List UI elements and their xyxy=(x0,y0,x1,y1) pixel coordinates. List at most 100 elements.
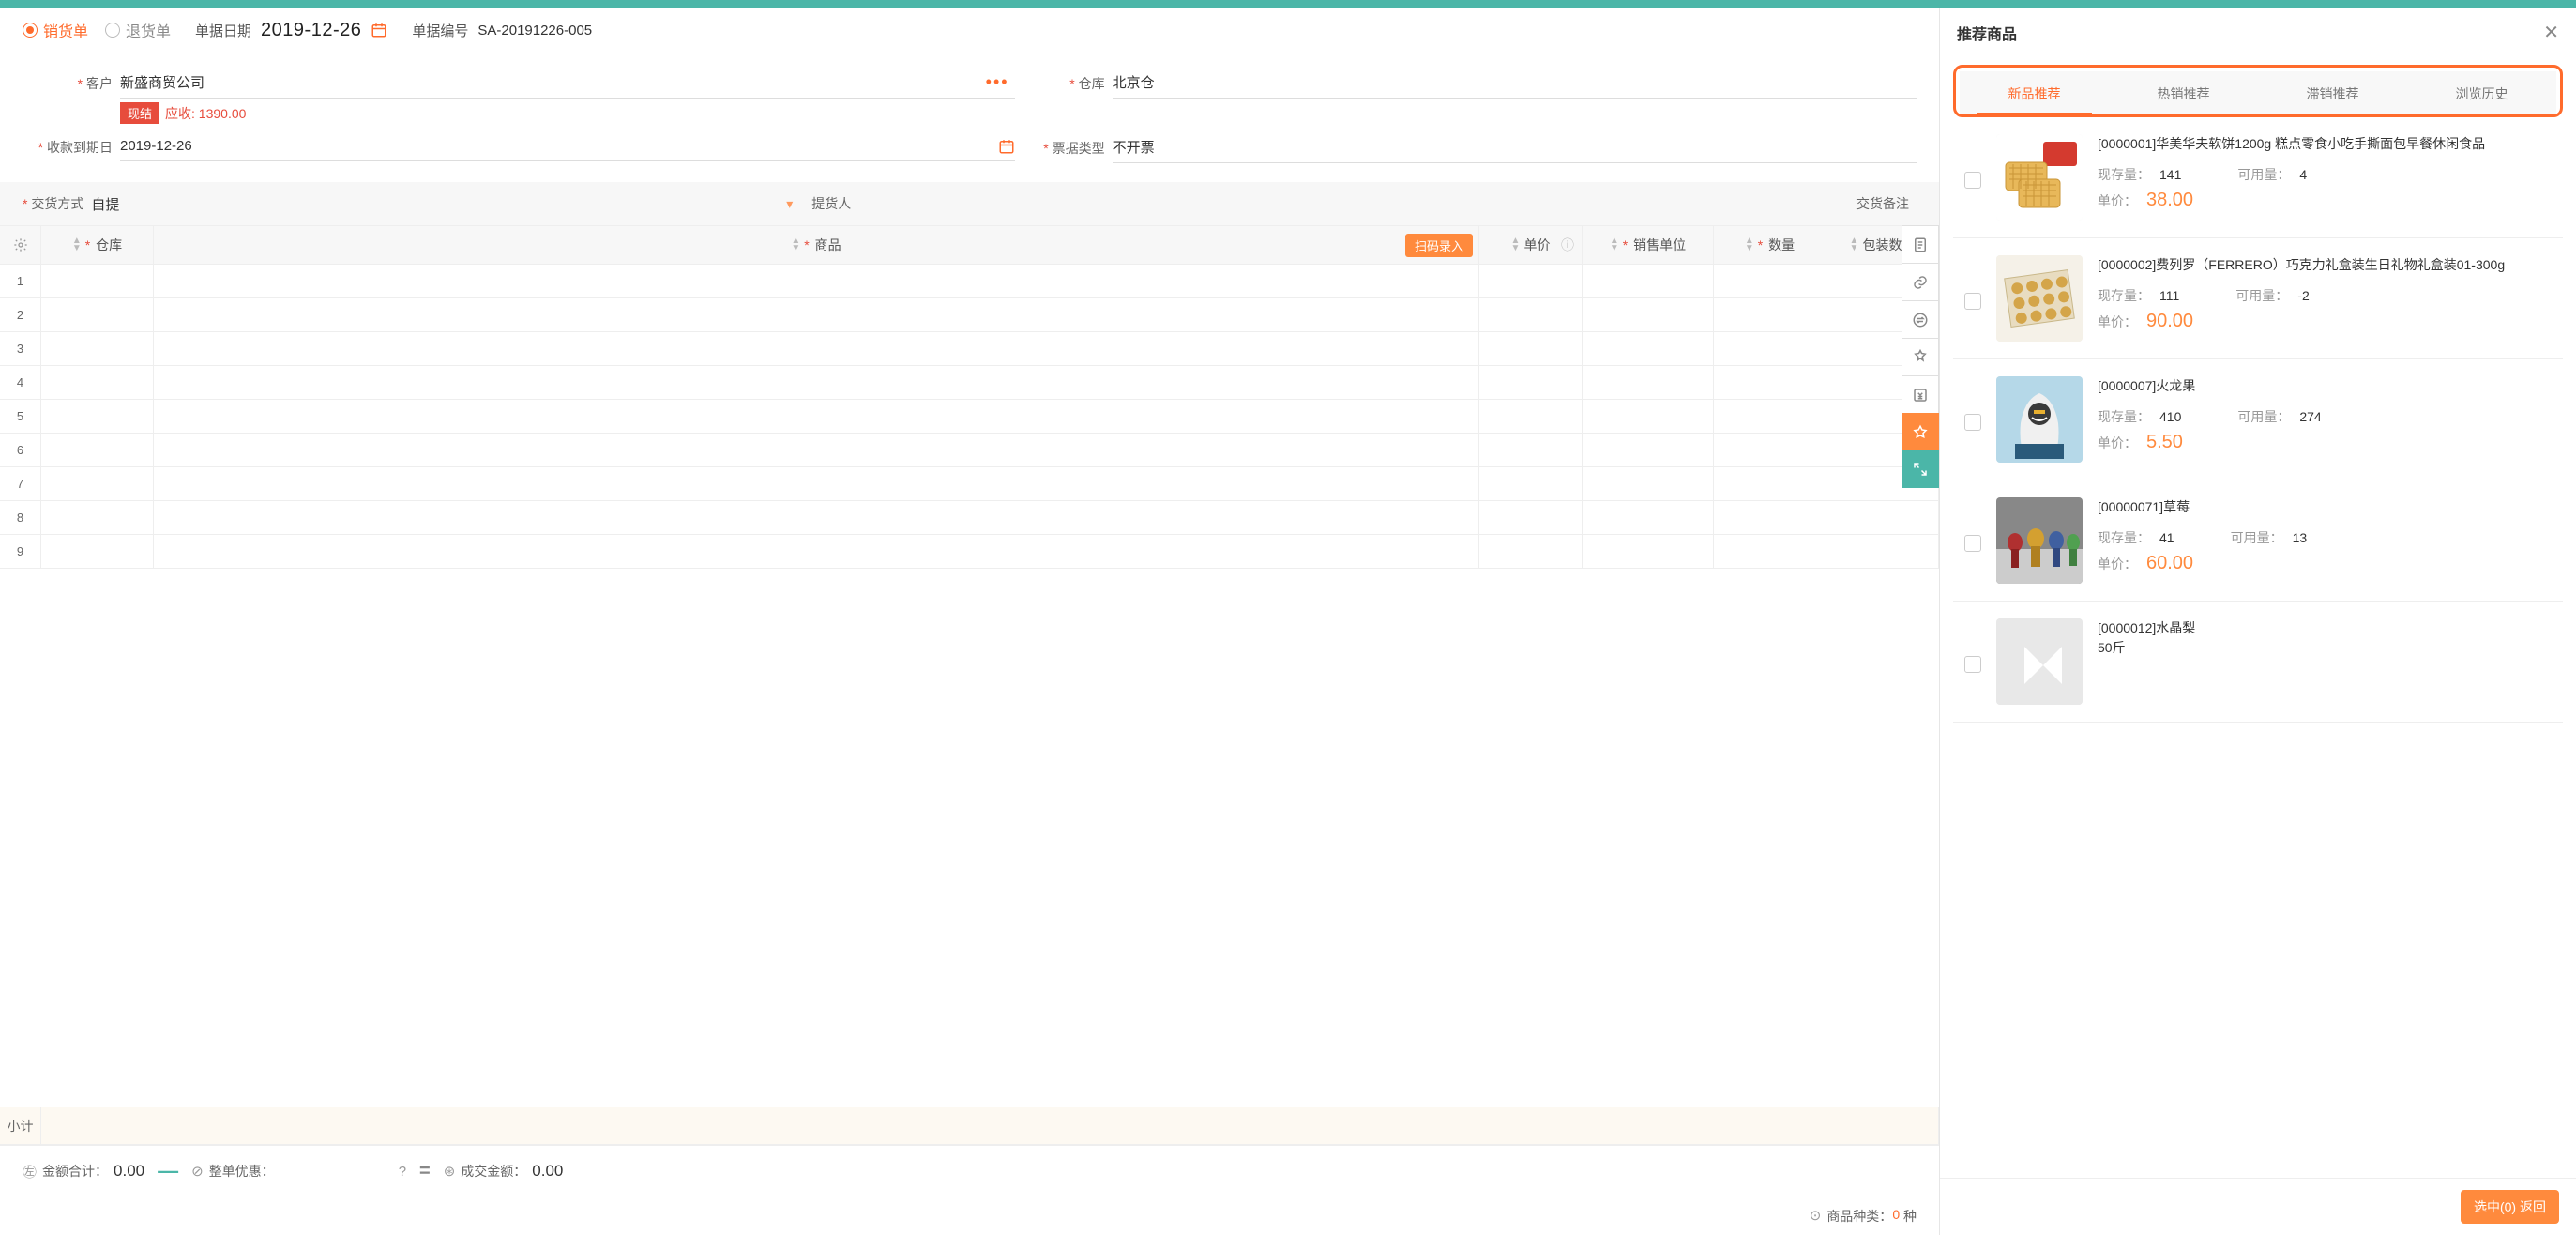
rail-badge-icon[interactable] xyxy=(1902,338,1939,375)
product-name: [0000012]水晶梨50斤 xyxy=(2098,618,2559,658)
price-value: 60.00 xyxy=(2146,553,2193,574)
stock-label: 现存量： xyxy=(2098,407,2150,426)
discount-input[interactable] xyxy=(280,1160,393,1182)
recommend-tab[interactable]: 浏览历史 xyxy=(2407,71,2556,114)
kinds-value: 0 xyxy=(1892,1207,1900,1226)
kinds-unit: 种 xyxy=(1903,1207,1917,1226)
kinds-icon: ⊙ xyxy=(1810,1207,1822,1226)
price-value: 90.00 xyxy=(2146,311,2193,332)
item-checkbox[interactable] xyxy=(1964,535,1981,552)
table-row[interactable]: 4 xyxy=(0,366,1939,400)
product-name: [0000007]火龙果 xyxy=(2098,376,2559,396)
deliver-method-select[interactable]: 自提 ▾ xyxy=(91,191,811,216)
more-icon[interactable]: ••• xyxy=(980,72,1015,92)
calendar-icon[interactable] xyxy=(998,138,1015,155)
row-index: 8 xyxy=(0,501,41,534)
close-icon[interactable]: ✕ xyxy=(2543,21,2559,44)
rail-link-icon[interactable] xyxy=(1902,263,1939,300)
item-checkbox[interactable] xyxy=(1964,172,1981,189)
table-row[interactable]: 1 xyxy=(0,265,1939,298)
tab-label: 退货单 xyxy=(126,19,171,41)
radio-icon xyxy=(105,23,120,38)
deal-icon: ⊛ xyxy=(444,1163,456,1180)
recommend-item: [00000071]草莓现存量：41可用量：13单价：60.00 xyxy=(1953,480,2563,602)
chevron-down-icon: ▾ xyxy=(786,196,793,212)
item-checkbox[interactable] xyxy=(1964,656,1981,673)
invoice-input[interactable]: 不开票 xyxy=(1113,133,1917,163)
stock-label: 现存量： xyxy=(2098,286,2150,305)
help-icon[interactable]: ⓘ xyxy=(1561,236,1574,254)
row-index: 3 xyxy=(0,332,41,365)
due-date-input[interactable]: 2019-12-26 xyxy=(120,133,1015,161)
minus-icon: — xyxy=(158,1159,178,1183)
subtotal-label: 小计 xyxy=(0,1107,41,1144)
product-thumbnail xyxy=(1996,618,2083,705)
recommend-tab[interactable]: 热销推荐 xyxy=(2109,71,2258,114)
product-name: [00000071]草莓 xyxy=(2098,497,2559,517)
table-row[interactable]: 9 xyxy=(0,535,1939,569)
stock-label: 现存量： xyxy=(2098,528,2150,547)
row-index: 7 xyxy=(0,467,41,500)
item-checkbox[interactable] xyxy=(1964,414,1981,431)
col-unit[interactable]: ▲▼*销售单位 xyxy=(1583,226,1714,264)
scan-input-badge[interactable]: 扫码录入 xyxy=(1405,234,1473,257)
rail-notes-icon[interactable] xyxy=(1902,225,1939,263)
table-row[interactable]: 7 xyxy=(0,467,1939,501)
col-qty[interactable]: ▲▼*数量 xyxy=(1714,226,1826,264)
discount-label: 整单优惠： xyxy=(209,1162,275,1181)
equals-icon: = xyxy=(419,1161,431,1182)
row-index: 1 xyxy=(0,265,41,297)
table-row[interactable]: 5 xyxy=(0,400,1939,434)
amount-label: 金额合计： xyxy=(42,1162,108,1181)
col-product[interactable]: ▲▼*商品扫码录入 xyxy=(154,226,1479,264)
price-label: 单价： xyxy=(2098,555,2137,573)
tab-label: 销货单 xyxy=(43,19,88,41)
product-name: [0000001]华美华夫软饼1200g 糕点零食小吃手撕面包早餐休闲食品 xyxy=(2098,134,2559,154)
avail-label: 可用量： xyxy=(2237,407,2290,426)
row-index: 4 xyxy=(0,366,41,399)
customer-input[interactable]: 新盛商贸公司 ••• xyxy=(120,69,1015,99)
doc-date-value[interactable]: 2019-12-26 xyxy=(261,20,361,41)
col-warehouse[interactable]: ▲▼*仓库 xyxy=(41,226,154,264)
tab-sales-order[interactable]: 销货单 xyxy=(23,19,88,41)
price-label: 单价： xyxy=(2098,434,2137,452)
rail-star-icon[interactable] xyxy=(1902,413,1939,450)
avail-value: 13 xyxy=(2293,530,2308,545)
avail-value: -2 xyxy=(2297,288,2309,303)
invoice-label: 票据类型 xyxy=(1053,141,1105,156)
calendar-icon[interactable] xyxy=(371,22,387,38)
help-icon[interactable]: ? xyxy=(399,1164,406,1180)
discount-icon: ⊘ xyxy=(191,1163,204,1180)
col-price[interactable]: ▲▼单价ⓘ xyxy=(1479,226,1583,264)
recommend-item: [0000007]火龙果现存量：410可用量：274单价：5.50 xyxy=(1953,359,2563,480)
yen-icon: ㊧ xyxy=(23,1162,37,1182)
tab-return-order[interactable]: 退货单 xyxy=(105,19,171,41)
table-row[interactable]: 2 xyxy=(0,298,1939,332)
warehouse-input[interactable]: 北京仓 xyxy=(1113,69,1917,99)
customer-label: 客户 xyxy=(86,76,113,91)
item-checkbox[interactable] xyxy=(1964,293,1981,310)
deliver-method-label: 交货方式 xyxy=(31,196,83,211)
price-value: 38.00 xyxy=(2146,190,2193,211)
recommend-tab[interactable]: 新品推荐 xyxy=(1960,71,2109,114)
doc-date-label: 单据日期 xyxy=(195,21,251,40)
product-name: [0000002]费列罗（FERRERO）巧克力礼盒装生日礼物礼盒装01-300… xyxy=(2098,255,2559,275)
selected-return-button[interactable]: 选中(0) 返回 xyxy=(2461,1190,2559,1224)
picker-label: 提货人 xyxy=(811,194,858,213)
table-row[interactable]: 6 xyxy=(0,434,1939,467)
recommend-tab[interactable]: 滞销推荐 xyxy=(2258,71,2407,114)
grid-gear-icon[interactable] xyxy=(0,226,41,264)
deal-value: 0.00 xyxy=(532,1162,563,1181)
rail-currency-icon[interactable] xyxy=(1902,375,1939,413)
price-value: 5.50 xyxy=(2146,432,2183,453)
rail-expand-icon[interactable] xyxy=(1902,450,1939,488)
row-index: 5 xyxy=(0,400,41,433)
stock-value: 111 xyxy=(2159,288,2179,303)
picker-input[interactable] xyxy=(858,191,1600,216)
table-row[interactable]: 8 xyxy=(0,501,1939,535)
radio-icon xyxy=(23,23,38,38)
stock-value: 410 xyxy=(2159,409,2181,424)
product-thumbnail xyxy=(1996,497,2083,584)
table-row[interactable]: 3 xyxy=(0,332,1939,366)
rail-swap-icon[interactable] xyxy=(1902,300,1939,338)
